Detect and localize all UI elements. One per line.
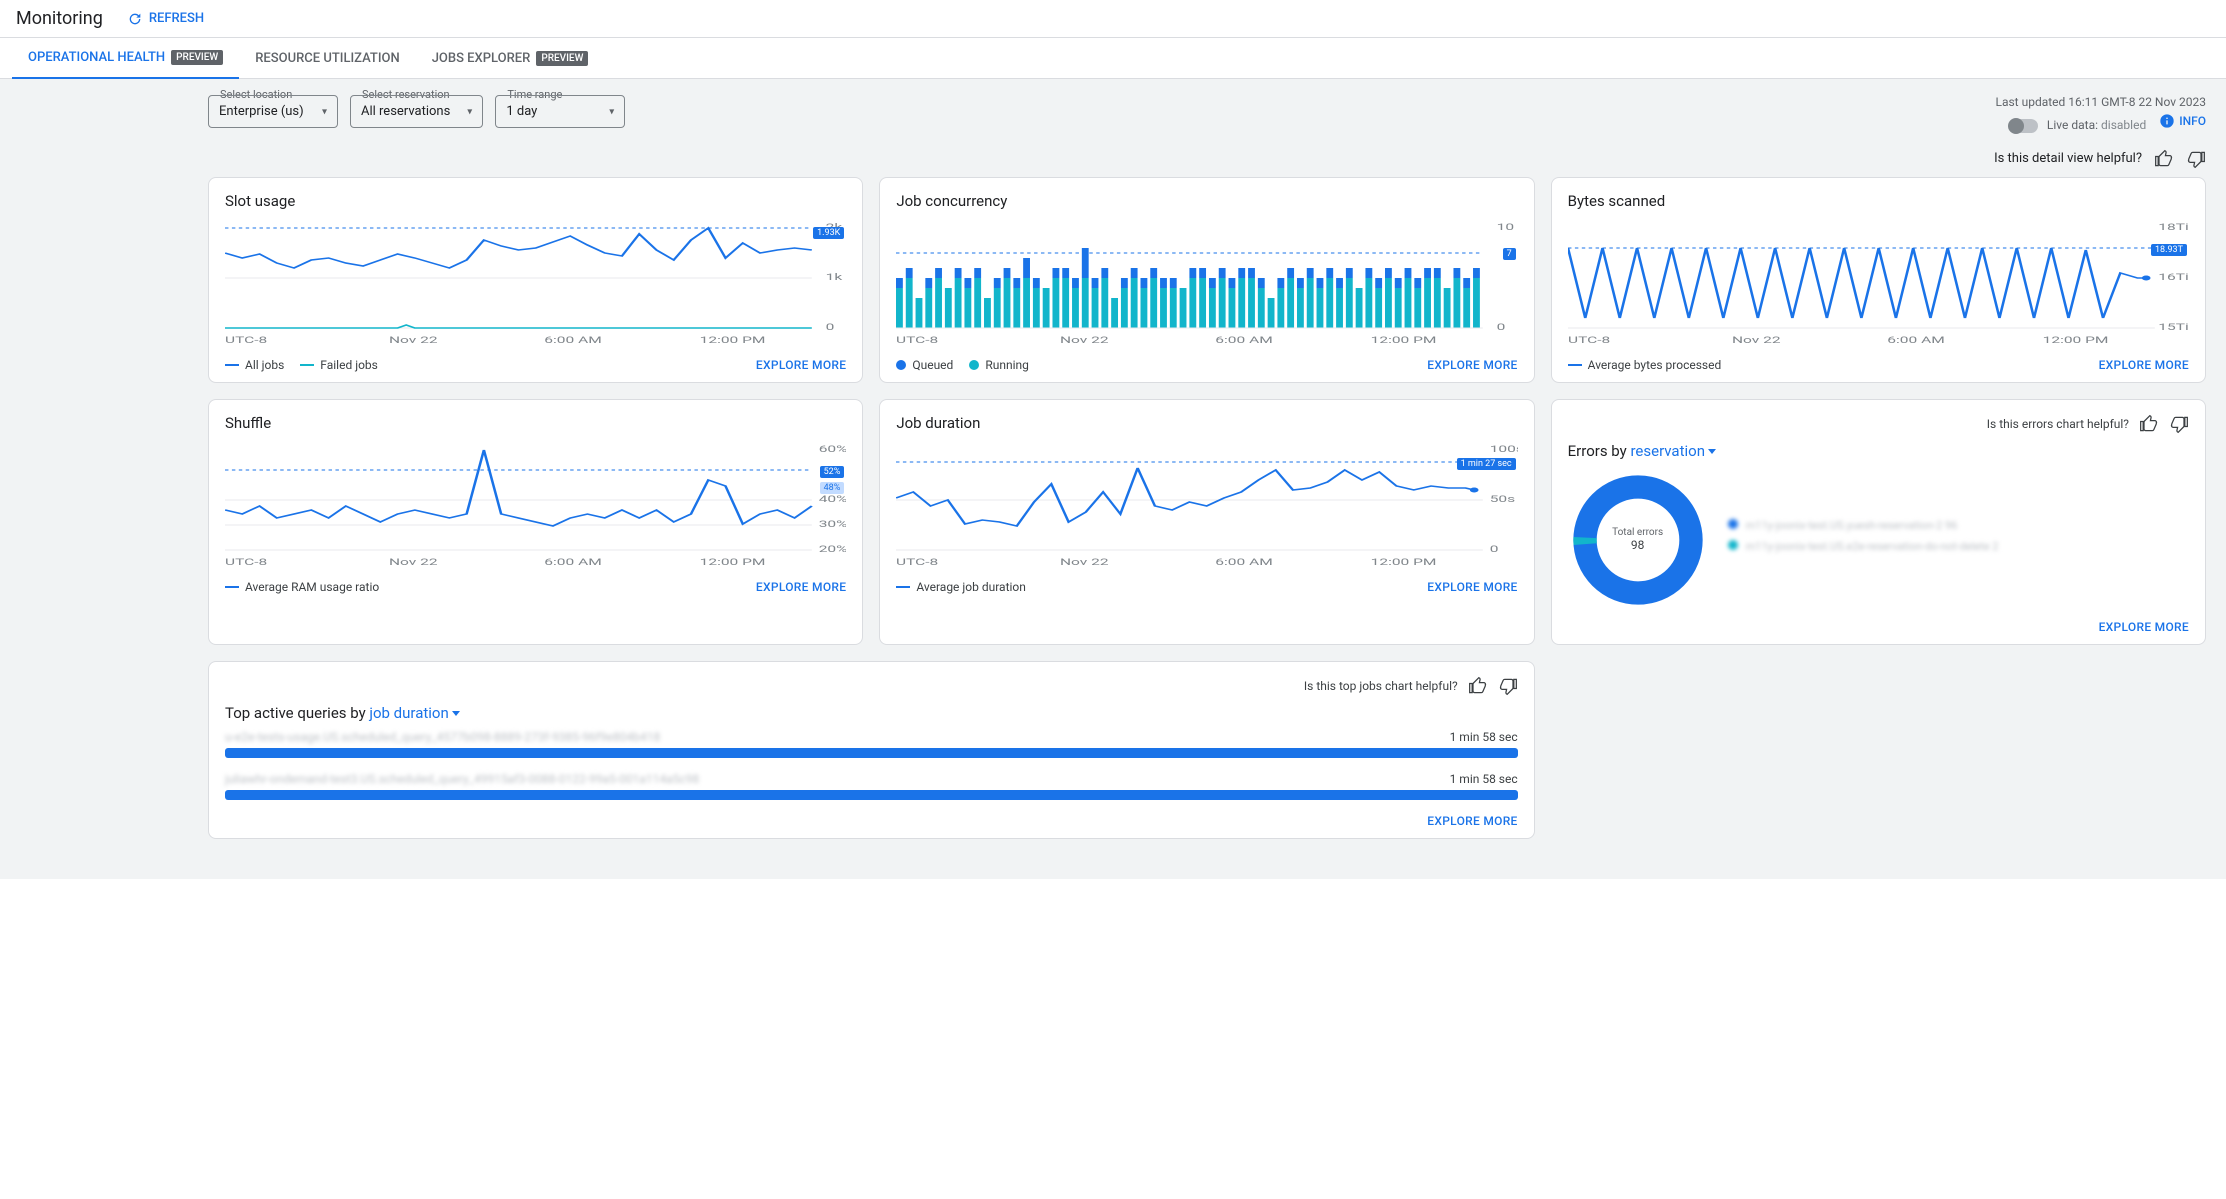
value-pill: 1 min 27 sec — [1457, 458, 1516, 470]
detail-feedback: Is this detail view helpful? — [0, 149, 2226, 177]
query-row[interactable]: u-e2e-tests-usage.US.scheduled_query_457… — [225, 730, 1518, 758]
card-grid: Slot usage 2k 1k 0 UTC-8 Nov 22 6:00 AM … — [0, 177, 2226, 839]
svg-text:6:00 AM: 6:00 AM — [1216, 335, 1273, 346]
svg-text:UTC-8: UTC-8 — [225, 335, 267, 346]
svg-text:12:00 PM: 12:00 PM — [2042, 335, 2108, 346]
value-pill: 7 — [1503, 248, 1516, 260]
last-updated: Last updated 16:11 GMT-8 22 Nov 2023 — [1996, 95, 2207, 109]
svg-text:60%: 60% — [819, 444, 847, 455]
card-job-duration: Job duration 100s 50s 0 UTC-8 Nov 22 6:0… — [879, 399, 1534, 645]
svg-text:12:00 PM: 12:00 PM — [1371, 335, 1437, 346]
info-button[interactable]: INFO — [2159, 113, 2206, 129]
svg-text:0: 0 — [826, 322, 835, 333]
select-time-range[interactable]: 1 day — [495, 95, 625, 128]
explore-more-link[interactable]: EXPLORE MORE — [756, 358, 846, 372]
refresh-icon — [127, 11, 143, 27]
svg-text:12:00 PM: 12:00 PM — [700, 557, 766, 568]
page-header: Monitoring REFRESH — [0, 0, 2226, 38]
svg-text:0: 0 — [1490, 544, 1499, 555]
live-data-toggle[interactable] — [2010, 119, 2038, 133]
svg-text:Nov 22: Nov 22 — [1060, 335, 1109, 346]
value-pill: 52% — [820, 466, 845, 478]
card-bytes-scanned: Bytes scanned 18TiB 16TiB 15TiB UTC-8 No… — [1551, 177, 2206, 383]
svg-text:UTC-8: UTC-8 — [896, 335, 938, 346]
chart-job-duration: 100s 50s 0 UTC-8 Nov 22 6:00 AM 12:00 PM… — [896, 440, 1517, 570]
svg-text:18TiB: 18TiB — [2158, 222, 2189, 233]
svg-text:12:00 PM: 12:00 PM — [1371, 557, 1437, 568]
svg-text:UTC-8: UTC-8 — [896, 557, 938, 568]
svg-text:Nov 22: Nov 22 — [1732, 335, 1781, 346]
chart-shuffle: 60% 40% 30% 20% UTC-8 Nov 22 6:00 AM 12:… — [225, 440, 846, 570]
thumbs-up-button[interactable] — [1468, 676, 1488, 696]
preview-badge: PREVIEW — [171, 50, 223, 65]
progress-bar — [225, 790, 1518, 800]
explore-more-link[interactable]: EXPLORE MORE — [2099, 358, 2189, 372]
svg-text:12:00 PM: 12:00 PM — [700, 335, 766, 346]
svg-text:50s: 50s — [1490, 494, 1515, 505]
errors-title: Errors by reservation — [1568, 442, 2189, 460]
donut-chart: Total errors 98 — [1568, 470, 1708, 610]
thumbs-down-button[interactable] — [2186, 149, 2206, 169]
svg-text:6:00 AM: 6:00 AM — [1887, 335, 1944, 346]
top-queries-title: Top active queries by job duration — [225, 704, 1518, 722]
meta-info: Last updated 16:11 GMT-8 22 Nov 2023 Liv… — [1996, 95, 2207, 133]
query-row[interactable]: juliawhr-ondemand-test3.US.scheduled_que… — [225, 772, 1518, 800]
svg-text:Nov 22: Nov 22 — [389, 335, 438, 346]
svg-text:6:00 AM: 6:00 AM — [1216, 557, 1273, 568]
svg-text:20%: 20% — [819, 544, 847, 555]
svg-text:1k: 1k — [826, 272, 843, 283]
thumbs-up-button[interactable] — [2154, 149, 2174, 169]
svg-text:Nov 22: Nov 22 — [389, 557, 438, 568]
chart-bytes-scanned: 18TiB 16TiB 15TiB UTC-8 Nov 22 6:00 AM 1… — [1568, 218, 2189, 348]
card-top-queries: Is this top jobs chart helpful? Top acti… — [208, 661, 1535, 839]
content-area: Select location Enterprise (us) Select r… — [0, 79, 2226, 879]
svg-text:Nov 22: Nov 22 — [1060, 557, 1109, 568]
svg-text:6:00 AM: 6:00 AM — [544, 335, 601, 346]
value-pill: 48% — [820, 482, 845, 494]
preview-badge: PREVIEW — [536, 51, 588, 66]
select-reservation[interactable]: All reservations — [350, 95, 483, 128]
card-slot-usage: Slot usage 2k 1k 0 UTC-8 Nov 22 6:00 AM … — [208, 177, 863, 383]
progress-bar — [225, 748, 1518, 758]
svg-text:100s: 100s — [1490, 444, 1518, 455]
tab-jobs-explorer[interactable]: JOBS EXPLORER PREVIEW — [416, 38, 605, 78]
explore-more-link[interactable]: EXPLORE MORE — [756, 580, 846, 594]
top-queries-dropdown[interactable]: job duration — [369, 704, 459, 722]
tabs-bar: OPERATIONAL HEALTH PREVIEW RESOURCE UTIL… — [0, 38, 2226, 79]
svg-text:6:00 AM: 6:00 AM — [544, 557, 601, 568]
svg-text:UTC-8: UTC-8 — [1568, 335, 1610, 346]
svg-text:0: 0 — [1497, 322, 1506, 333]
thumbs-down-button[interactable] — [2169, 414, 2189, 434]
svg-text:UTC-8: UTC-8 — [225, 557, 267, 568]
svg-text:40%: 40% — [819, 494, 847, 505]
explore-more-link[interactable]: EXPLORE MORE — [1427, 358, 1517, 372]
card-shuffle: Shuffle 60% 40% 30% 20% UTC-8 Nov 22 6:0… — [208, 399, 863, 645]
explore-more-link[interactable]: EXPLORE MORE — [1427, 814, 1517, 828]
refresh-button[interactable]: REFRESH — [127, 11, 204, 27]
info-icon — [2159, 113, 2175, 129]
select-location[interactable]: Enterprise (us) — [208, 95, 338, 128]
tab-resource-utilization[interactable]: RESOURCE UTILIZATION — [239, 38, 415, 78]
svg-text:15TiB: 15TiB — [2158, 322, 2189, 333]
svg-text:30%: 30% — [819, 519, 847, 530]
page-title: Monitoring — [16, 8, 103, 29]
donut-legend: m11y-joonix-test.US.yuesh-reservation-2 … — [1728, 519, 2189, 561]
chart-job-concurrency: 10 0 UTC-8 Nov 22 6:00 AM 12:00 PM 7 — [896, 218, 1517, 348]
explore-more-link[interactable]: EXPLORE MORE — [1427, 580, 1517, 594]
errors-dropdown[interactable]: reservation — [1630, 442, 1716, 460]
svg-text:16TiB: 16TiB — [2158, 272, 2189, 283]
tab-operational-health[interactable]: OPERATIONAL HEALTH PREVIEW — [12, 38, 239, 79]
svg-text:10: 10 — [1497, 222, 1514, 233]
value-pill: 1.93K — [813, 227, 844, 239]
controls-row: Select location Enterprise (us) Select r… — [0, 95, 2226, 149]
filter-selects: Select location Enterprise (us) Select r… — [208, 95, 625, 128]
thumbs-up-button[interactable] — [2139, 414, 2159, 434]
explore-more-link[interactable]: EXPLORE MORE — [2099, 620, 2189, 634]
value-pill: 18.93T — [2151, 244, 2187, 256]
card-errors: Is this errors chart helpful? Errors by … — [1551, 399, 2206, 645]
thumbs-down-button[interactable] — [1498, 676, 1518, 696]
chart-slot-usage: 2k 1k 0 UTC-8 Nov 22 6:00 AM 12:00 PM 1.… — [225, 218, 846, 348]
card-job-concurrency: Job concurrency 10 0 UTC-8 Nov 22 6:00 A… — [879, 177, 1534, 383]
